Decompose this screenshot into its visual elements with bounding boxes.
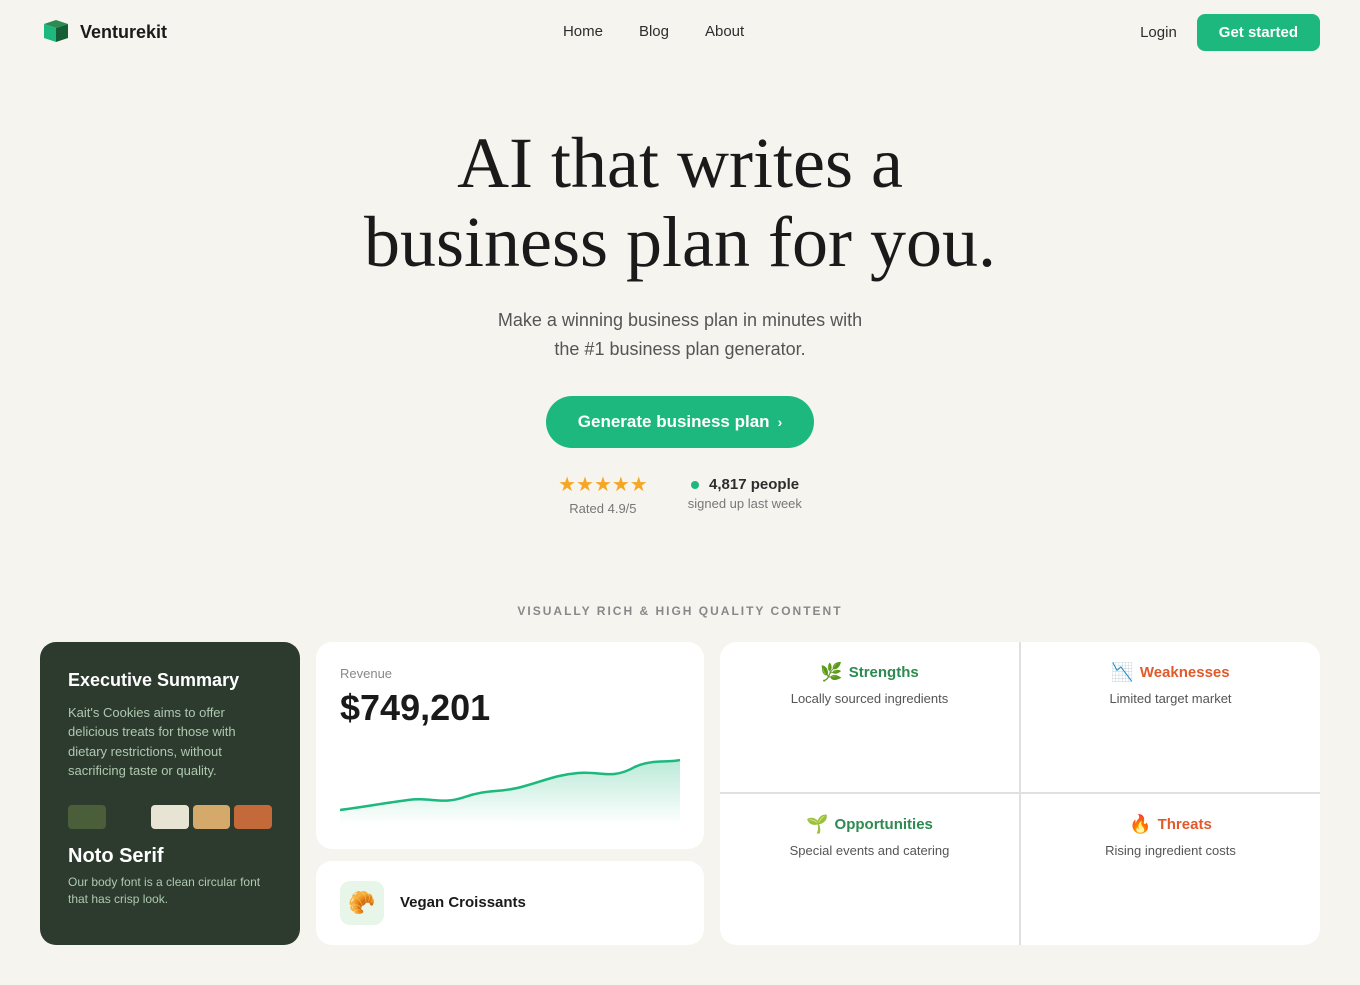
opportunities-icon: 🌱 [806, 814, 828, 835]
threats-desc: Rising ingredient costs [1105, 843, 1236, 858]
active-dot-icon [691, 481, 699, 489]
swot-threats: 🔥 Threats Rising ingredient costs [1021, 794, 1320, 945]
nav-links: Home Blog About [563, 23, 744, 41]
threats-icon: 🔥 [1129, 814, 1151, 835]
nav-home[interactable]: Home [563, 23, 603, 40]
revenue-label: Revenue [340, 666, 680, 681]
revenue-card: Revenue $749,201 [316, 642, 704, 849]
hero-subtext: Make a winning business plan in minutes … [40, 306, 1320, 364]
hero-headline-line2: business plan for you. [364, 202, 996, 282]
product-emoji: 🥐 [348, 890, 375, 916]
section-label: VISUALLY RICH & HIGH QUALITY CONTENT [0, 604, 1360, 618]
hero-headline: AI that writes a business plan for you. [280, 124, 1080, 282]
weaknesses-label: Weaknesses [1140, 664, 1230, 681]
hero-headline-line1: AI that writes a [457, 123, 903, 203]
weaknesses-desc: Limited target market [1109, 691, 1231, 706]
weaknesses-title: 📉 Weaknesses [1111, 662, 1229, 683]
opportunities-title: 🌱 Opportunities [806, 814, 933, 835]
strengths-desc: Locally sourced ingredients [791, 691, 949, 706]
nav-blog[interactable]: Blog [639, 23, 669, 40]
rating-text: Rated 4.9/5 [558, 501, 648, 516]
login-button[interactable]: Login [1140, 24, 1177, 41]
revenue-amount: $749,201 [340, 687, 680, 729]
brand-logo[interactable]: Venturekit [40, 16, 167, 48]
nav-about[interactable]: About [705, 23, 744, 40]
swatch-3 [151, 805, 189, 829]
nav-actions: Login Get started [1140, 14, 1320, 51]
strengths-icon: 🌿 [820, 662, 842, 683]
product-card: 🥐 Vegan Croissants [316, 861, 704, 945]
exec-body: Kait's Cookies aims to offer delicious t… [68, 703, 272, 781]
product-icon: 🥐 [340, 881, 384, 925]
revenue-chart [340, 745, 680, 825]
signup-count: 4,817 people [709, 476, 799, 493]
swot-weaknesses: 📉 Weaknesses Limited target market [1021, 642, 1320, 793]
strengths-label: Strengths [849, 664, 919, 681]
generate-plan-button[interactable]: Generate business plan › [546, 396, 814, 448]
cta-arrow-icon: › [778, 414, 783, 430]
opportunities-desc: Special events and catering [790, 843, 950, 858]
stars-icon: ★★★★★ [558, 472, 648, 497]
content-cards: Executive Summary Kait's Cookies aims to… [0, 642, 1360, 985]
signups-block: 4,817 people signed up last week [688, 476, 802, 511]
swatch-2 [110, 805, 148, 829]
product-name: Vegan Croissants [400, 894, 526, 911]
swatch-4 [193, 805, 231, 829]
opportunities-label: Opportunities [835, 816, 933, 833]
revenue-product-col: Revenue $749,201 🥐 Vega [316, 642, 704, 945]
weaknesses-icon: 📉 [1111, 662, 1133, 683]
exec-title: Executive Summary [68, 670, 272, 691]
exec-summary-card: Executive Summary Kait's Cookies aims to… [40, 642, 300, 945]
hero-section: AI that writes a business plan for you. … [0, 64, 1360, 556]
get-started-button[interactable]: Get started [1197, 14, 1320, 51]
threats-title: 🔥 Threats [1129, 814, 1212, 835]
signup-label: signed up last week [688, 496, 802, 511]
cta-label: Generate business plan [578, 412, 770, 432]
swot-grid: 🌿 Strengths Locally sourced ingredients … [720, 642, 1320, 945]
swatch-5 [234, 805, 272, 829]
swot-strengths: 🌿 Strengths Locally sourced ingredients [720, 642, 1019, 793]
color-swatches [68, 805, 272, 829]
font-name: Noto Serif [68, 845, 272, 868]
navbar: Venturekit Home Blog About Login Get sta… [0, 0, 1360, 64]
swot-opportunities: 🌱 Opportunities Special events and cater… [720, 794, 1019, 945]
social-proof: ★★★★★ Rated 4.9/5 4,817 people signed up… [40, 472, 1320, 516]
rating-block: ★★★★★ Rated 4.9/5 [558, 472, 648, 516]
swatch-1 [68, 805, 106, 829]
brand-name: Venturekit [80, 22, 167, 43]
threats-label: Threats [1158, 816, 1212, 833]
strengths-title: 🌿 Strengths [820, 662, 918, 683]
font-desc: Our body font is a clean circular font t… [68, 874, 272, 908]
